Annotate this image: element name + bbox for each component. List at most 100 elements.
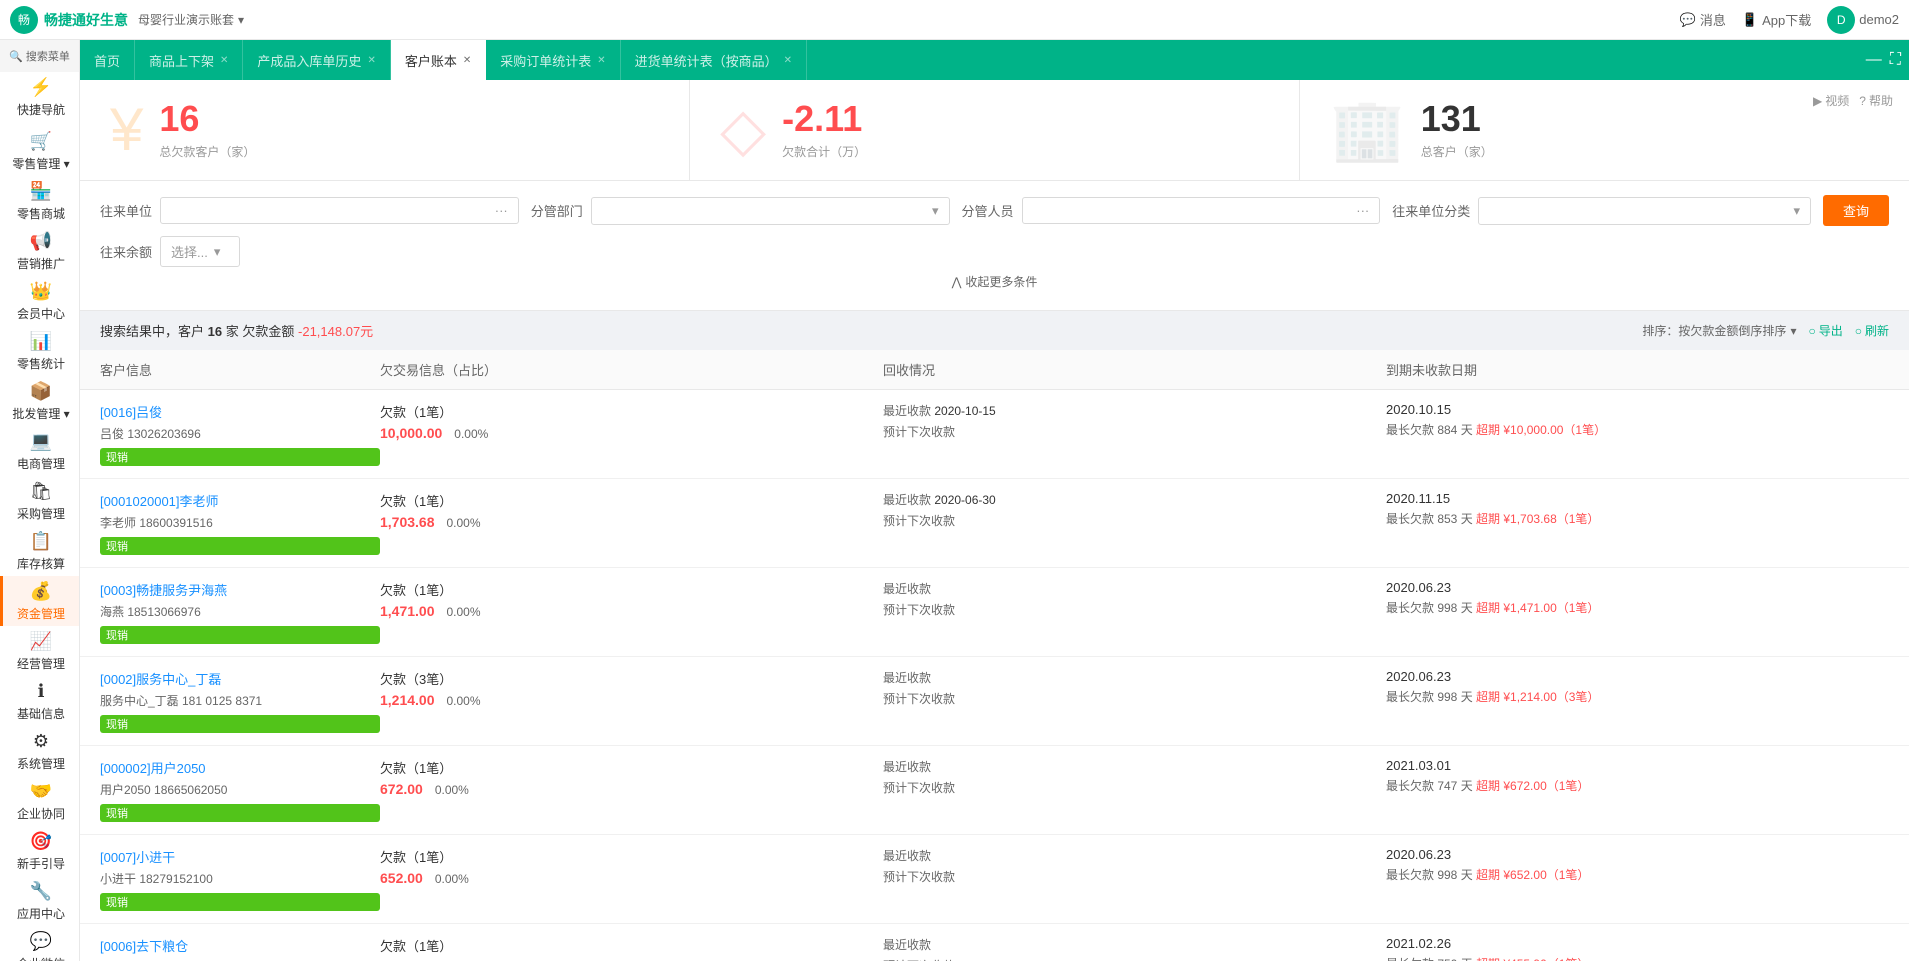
sidebar-item-guide[interactable]: 🎯 新手引导 [0,826,79,876]
debt-info-2: 欠款（1笔） 1,471.00 0.00% [380,580,883,619]
collapse-button[interactable]: ⋀ 收起更多条件 [100,267,1889,296]
sidebar-item-retail-stats[interactable]: 📊 零售统计 [0,326,79,376]
sidebar-item-marketing[interactable]: 📢 营销推广 [0,226,79,276]
filter-cat-label: 往来单位分类 [1392,201,1470,220]
tab-maximize-icon[interactable]: ⛶ [1890,51,1901,69]
filter-cat-select[interactable]: ▾ [1478,197,1811,225]
app-download-button[interactable]: 📱 App下载 [1742,10,1811,29]
customer-name-5[interactable]: [0007]小进干 [100,847,380,866]
tab-home[interactable]: 首页 [80,40,135,80]
message-button[interactable]: 💬 消息 [1680,10,1726,29]
sort-selector[interactable]: 排序：按欠款金额倒序排序 ▾ [1642,322,1796,339]
sort-label: 排序：按欠款金额倒序排序 [1642,322,1786,339]
customer-name-3[interactable]: [0002]服务中心_丁磊 [100,669,380,688]
overdue-link-3[interactable]: 超期 ¥1,214.00（3笔） [1476,690,1599,704]
help-link[interactable]: ? 帮助 [1859,92,1893,109]
debt-info-1: 欠款（1笔） 1,703.68 0.00% [380,491,883,530]
balance-arrow-icon: ▾ [214,244,221,260]
debt-label-6: 欠款（1笔） [380,936,883,955]
export-button[interactable]: ○ 导出 [1808,322,1842,339]
filter-dept-select[interactable]: ▾ [591,197,950,225]
recent-label-5: 最近收款 [883,847,1386,864]
search-menu[interactable]: 🔍 搜索菜单 [0,40,79,72]
sidebar-item-retail-management[interactable]: 🛒 零售管理 ▾ [0,126,79,176]
query-button[interactable]: 查询 [1823,195,1889,226]
filter-balance-select[interactable]: 选择... ▾ [160,236,240,267]
customer-tag-4: 现销 [100,804,380,822]
tab-minimize-icon[interactable]: — [1866,51,1882,69]
overdue-link-4[interactable]: 超期 ¥672.00（1笔） [1476,779,1589,793]
sidebar-item-enterprise[interactable]: 🤝 企业协同 [0,776,79,826]
sidebar-item-operations[interactable]: 📈 经营管理 [0,626,79,676]
return-info-6: 最近收款 预计下次收款 [883,936,1386,961]
recent-label-1: 最近收款 2020-06-30 [883,491,1386,508]
overdue-link-0[interactable]: 超期 ¥10,000.00（1笔） [1476,423,1606,437]
tab-close-icon[interactable]: ✕ [463,55,471,66]
customer-info-1: [0001020001]李老师 李老师 18600391516 现销 [100,491,380,555]
sidebar-item-system[interactable]: ⚙ 系统管理 [0,726,79,776]
overdue-info-1: 2020.11.15 最长欠款 853 天 超期 ¥1,703.68（1笔） [1386,491,1889,527]
filter-category: 往来单位分类 ▾ [1392,197,1811,225]
filter-supplier-input[interactable]: ··· [160,197,519,224]
member-icon: 👑 [30,281,52,302]
sidebar-item-retail-mall[interactable]: 🏪 零售商城 [0,176,79,226]
customer-phone-2: 海燕 18513066976 [100,603,380,620]
sidebar-item-basic-info[interactable]: ℹ 基础信息 [0,676,79,726]
help-label: 帮助 [1869,92,1893,109]
collapse-label: 收起更多条件 [965,273,1037,290]
industry-selector[interactable]: 母婴行业演示账套 ▾ [138,11,244,28]
customer-tag-3: 现销 [100,715,380,733]
tab-close-icon[interactable]: ✕ [367,55,375,66]
debt-amount-1: 1,703.68 [380,514,435,530]
sidebar-item-app-center[interactable]: 🔧 应用中心 [0,876,79,926]
customer-name-4[interactable]: [000002]用户2050 [100,758,380,777]
tab-product-listing[interactable]: 商品上下架 ✕ [135,40,243,80]
next-label-4: 预计下次收款 [883,779,1386,796]
sidebar-item-inventory[interactable]: 📋 库存核算 [0,526,79,576]
debt-info-3: 欠款（3笔） 1,214.00 0.00% [380,669,883,708]
tab-inbound-history[interactable]: 产成品入库单历史 ✕ [243,40,390,80]
export-label: 导出 [1819,322,1843,339]
filter-person-input[interactable]: ··· [1022,197,1381,224]
sidebar-item-finance[interactable]: 💰 资金管理 [0,576,79,626]
sidebar-item-wholesale[interactable]: 📦 批发管理 ▾ [0,376,79,426]
sidebar-item-wechat[interactable]: 💬 企业微信 [0,926,79,961]
tab-customer-account[interactable]: 客户账本 ✕ [391,40,486,80]
sidebar-item-label: 批发管理 ▾ [12,405,69,422]
customer-info-3: [0002]服务中心_丁磊 服务中心_丁磊 181 0125 8371 现销 [100,669,380,733]
table-body: [0016]吕俊 吕俊 13026203696 现销 欠款（1笔） 10,000… [80,390,1909,961]
overdue-link-6[interactable]: 超期 ¥455.90（1笔） [1476,957,1589,961]
return-info-3: 最近收款 预计下次收款 [883,669,1386,707]
debt-label-0: 欠款（1笔） [380,402,883,421]
tab-purchase-order-stats[interactable]: 采购订单统计表 ✕ [486,40,620,80]
next-label-3: 预计下次收款 [883,690,1386,707]
filter-balance: 往来余额 选择... ▾ [100,236,1889,267]
sidebar-item-member[interactable]: 👑 会员中心 [0,276,79,326]
tab-close-icon[interactable]: ✕ [597,55,605,66]
tab-label: 采购订单统计表 [500,51,591,70]
sidebar-item-purchase[interactable]: 🛍 采购管理 [0,476,79,526]
sidebar-item-quick-nav[interactable]: ⚡ 快捷导航 [0,72,79,122]
customer-name-1[interactable]: [0001020001]李老师 [100,491,380,510]
tab-inbound-stats[interactable]: 进货单统计表（按商品） ✕ [621,40,807,80]
user-profile[interactable]: D demo2 [1827,6,1899,34]
tab-close-icon[interactable]: ✕ [784,55,792,66]
overdue-link-2[interactable]: 超期 ¥1,471.00（1笔） [1476,601,1599,615]
th-customer-info: 客户信息 [100,360,380,379]
sidebar-item-label: 零售统计 [17,355,65,372]
customer-name-0[interactable]: [0016]吕俊 [100,402,380,421]
refresh-button[interactable]: ○ 刷新 [1855,322,1889,339]
table-header: 客户信息 欠交易信息（占比） 回收情况 到期未收款日期 [80,350,1909,390]
video-link[interactable]: ▶ 视频 [1813,92,1849,109]
customer-name-2[interactable]: [0003]畅捷服务尹海燕 [100,580,380,599]
message-label: 消息 [1700,10,1726,29]
stat-info-total: -2.11 欠款合计（万） [782,101,866,160]
sidebar-item-ecommerce[interactable]: 💻 电商管理 [0,426,79,476]
overdue-link-1[interactable]: 超期 ¥1,703.68（1笔） [1476,512,1599,526]
overdue-link-5[interactable]: 超期 ¥652.00（1笔） [1476,868,1589,882]
tab-close-icon[interactable]: ✕ [220,55,228,66]
message-icon: 💬 [1680,12,1696,28]
username: demo2 [1859,12,1899,27]
customer-name-6[interactable]: [0006]去下粮仓 [100,936,380,955]
table-row: [0001020001]李老师 李老师 18600391516 现销 欠款（1笔… [80,479,1909,568]
